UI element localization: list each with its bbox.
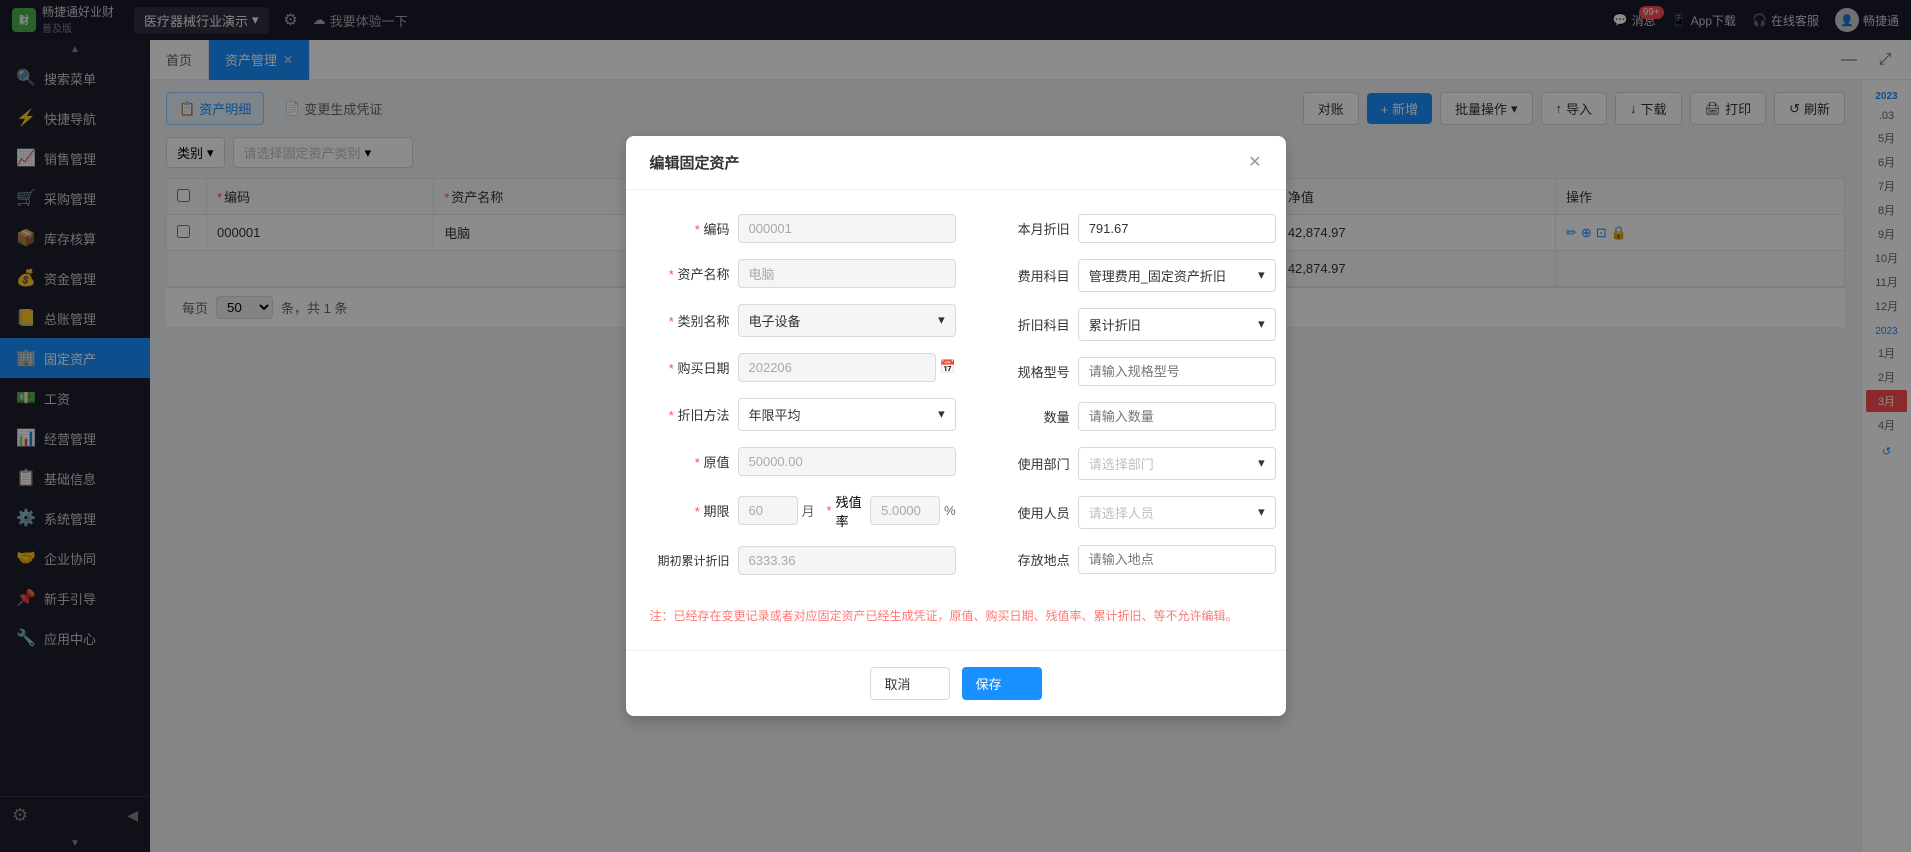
dep-subject-select[interactable]: 累计折旧 ▾	[1078, 308, 1276, 341]
form-row-spec: 规格型号	[980, 357, 1276, 386]
residual-rate-label-text: 残值率	[836, 492, 867, 530]
form-row-asset-name: * 资产名称	[650, 259, 956, 288]
form-right-col: 本月折旧 费用科目 管理费用_固定资产折旧 ▾	[980, 214, 1276, 591]
term-unit: 月	[802, 501, 815, 520]
form-row-dept: 使用部门 请选择部门 ▾	[980, 447, 1276, 480]
form-note: 注：已经存在变更记录或者对应固定资产已经生成凭证，原值、购买日期、残值率、累计折…	[650, 607, 1262, 626]
code-input[interactable]	[738, 214, 956, 243]
save-button[interactable]: 保存	[962, 667, 1042, 700]
residual-rate-unit: %	[944, 503, 956, 518]
form-row-quantity: 数量	[980, 402, 1276, 431]
user-placeholder: 请选择人员	[1089, 503, 1154, 522]
original-value-label: * 原值	[650, 452, 730, 471]
original-value-input[interactable]	[738, 447, 956, 476]
modal-header: 编辑固定资产 ✕	[626, 136, 1286, 190]
code-label: * 编码	[650, 219, 730, 238]
modal-body: * 编码 * 资产名称 * 类别名称	[626, 190, 1286, 650]
form-row-category: * 类别名称 电子设备 ▾	[650, 304, 956, 337]
category-name-label: * 类别名称	[650, 311, 730, 330]
form-row-term: * 期限 月 * 残值率 %	[650, 492, 956, 530]
spec-input[interactable]	[1078, 357, 1276, 386]
expense-subject-icon: ▾	[1258, 267, 1265, 283]
form-left-col: * 编码 * 资产名称 * 类别名称	[650, 214, 956, 591]
purchase-date-group: 📅	[738, 353, 956, 382]
dep-method-label: * 折旧方法	[650, 405, 730, 424]
form-grid: * 编码 * 资产名称 * 类别名称	[650, 214, 1262, 591]
location-label: 存放地点	[980, 550, 1070, 569]
user-label: 使用人员	[980, 503, 1070, 522]
category-select-value: 电子设备	[749, 311, 801, 330]
user-select-icon: ▾	[1258, 504, 1265, 520]
form-row-expense-subject: 费用科目 管理费用_固定资产折旧 ▾	[980, 259, 1276, 292]
form-row-initial-dep: 期初累计折旧	[650, 546, 956, 575]
initial-dep-input[interactable]	[738, 546, 956, 575]
term-input[interactable]	[738, 496, 798, 525]
dept-select-icon: ▾	[1258, 455, 1265, 471]
modal-overlay: 编辑固定资产 ✕ * 编码 * 资产名称	[0, 0, 1911, 852]
purchase-date-label: * 购买日期	[650, 358, 730, 377]
dep-method-dropdown-icon: ▾	[938, 406, 945, 422]
dep-method-value: 年限平均	[749, 405, 801, 424]
calendar-icon[interactable]: 📅	[940, 359, 956, 375]
residual-rate-input[interactable]	[870, 496, 940, 525]
purchase-date-input[interactable]	[738, 353, 936, 382]
modal-close-icon[interactable]: ✕	[1248, 152, 1261, 172]
form-row-original-value: * 原值	[650, 447, 956, 476]
initial-dep-label: 期初累计折旧	[650, 552, 730, 569]
dep-subject-label: 折旧科目	[980, 315, 1070, 334]
term-label: * 期限	[650, 501, 730, 520]
asset-name-label: * 资产名称	[650, 264, 730, 283]
form-row-location: 存放地点	[980, 545, 1276, 574]
category-select-icon: ▾	[938, 312, 945, 328]
expense-subject-label: 费用科目	[980, 266, 1070, 285]
dep-method-select[interactable]: 年限平均 ▾	[738, 398, 956, 431]
spec-label: 规格型号	[980, 362, 1070, 381]
modal-footer: 取消 保存	[626, 650, 1286, 716]
form-row-user: 使用人员 请选择人员 ▾	[980, 496, 1276, 529]
current-dep-input[interactable]	[1078, 214, 1276, 243]
asset-name-input[interactable]	[738, 259, 956, 288]
term-group: 月 * 残值率 %	[738, 492, 956, 530]
residual-rate-label: *	[827, 503, 832, 518]
dept-placeholder: 请选择部门	[1089, 454, 1154, 473]
expense-subject-value: 管理费用_固定资产折旧	[1089, 266, 1226, 285]
quantity-input[interactable]	[1078, 402, 1276, 431]
form-row-purchase-date: * 购买日期 📅	[650, 353, 956, 382]
edit-asset-modal: 编辑固定资产 ✕ * 编码 * 资产名称	[626, 136, 1286, 716]
cancel-button[interactable]: 取消	[870, 667, 950, 700]
dep-subject-value: 累计折旧	[1089, 315, 1141, 334]
form-row-code: * 编码	[650, 214, 956, 243]
expense-subject-select[interactable]: 管理费用_固定资产折旧 ▾	[1078, 259, 1276, 292]
location-input[interactable]	[1078, 545, 1276, 574]
dept-select[interactable]: 请选择部门 ▾	[1078, 447, 1276, 480]
form-row-dep-subject: 折旧科目 累计折旧 ▾	[980, 308, 1276, 341]
category-select[interactable]: 电子设备 ▾	[738, 304, 956, 337]
modal-title: 编辑固定资产	[650, 152, 740, 173]
dep-subject-icon: ▾	[1258, 316, 1265, 332]
quantity-label: 数量	[980, 407, 1070, 426]
current-dep-label: 本月折旧	[980, 219, 1070, 238]
form-row-current-dep: 本月折旧	[980, 214, 1276, 243]
user-select[interactable]: 请选择人员 ▾	[1078, 496, 1276, 529]
dept-label: 使用部门	[980, 454, 1070, 473]
form-row-dep-method: * 折旧方法 年限平均 ▾	[650, 398, 956, 431]
